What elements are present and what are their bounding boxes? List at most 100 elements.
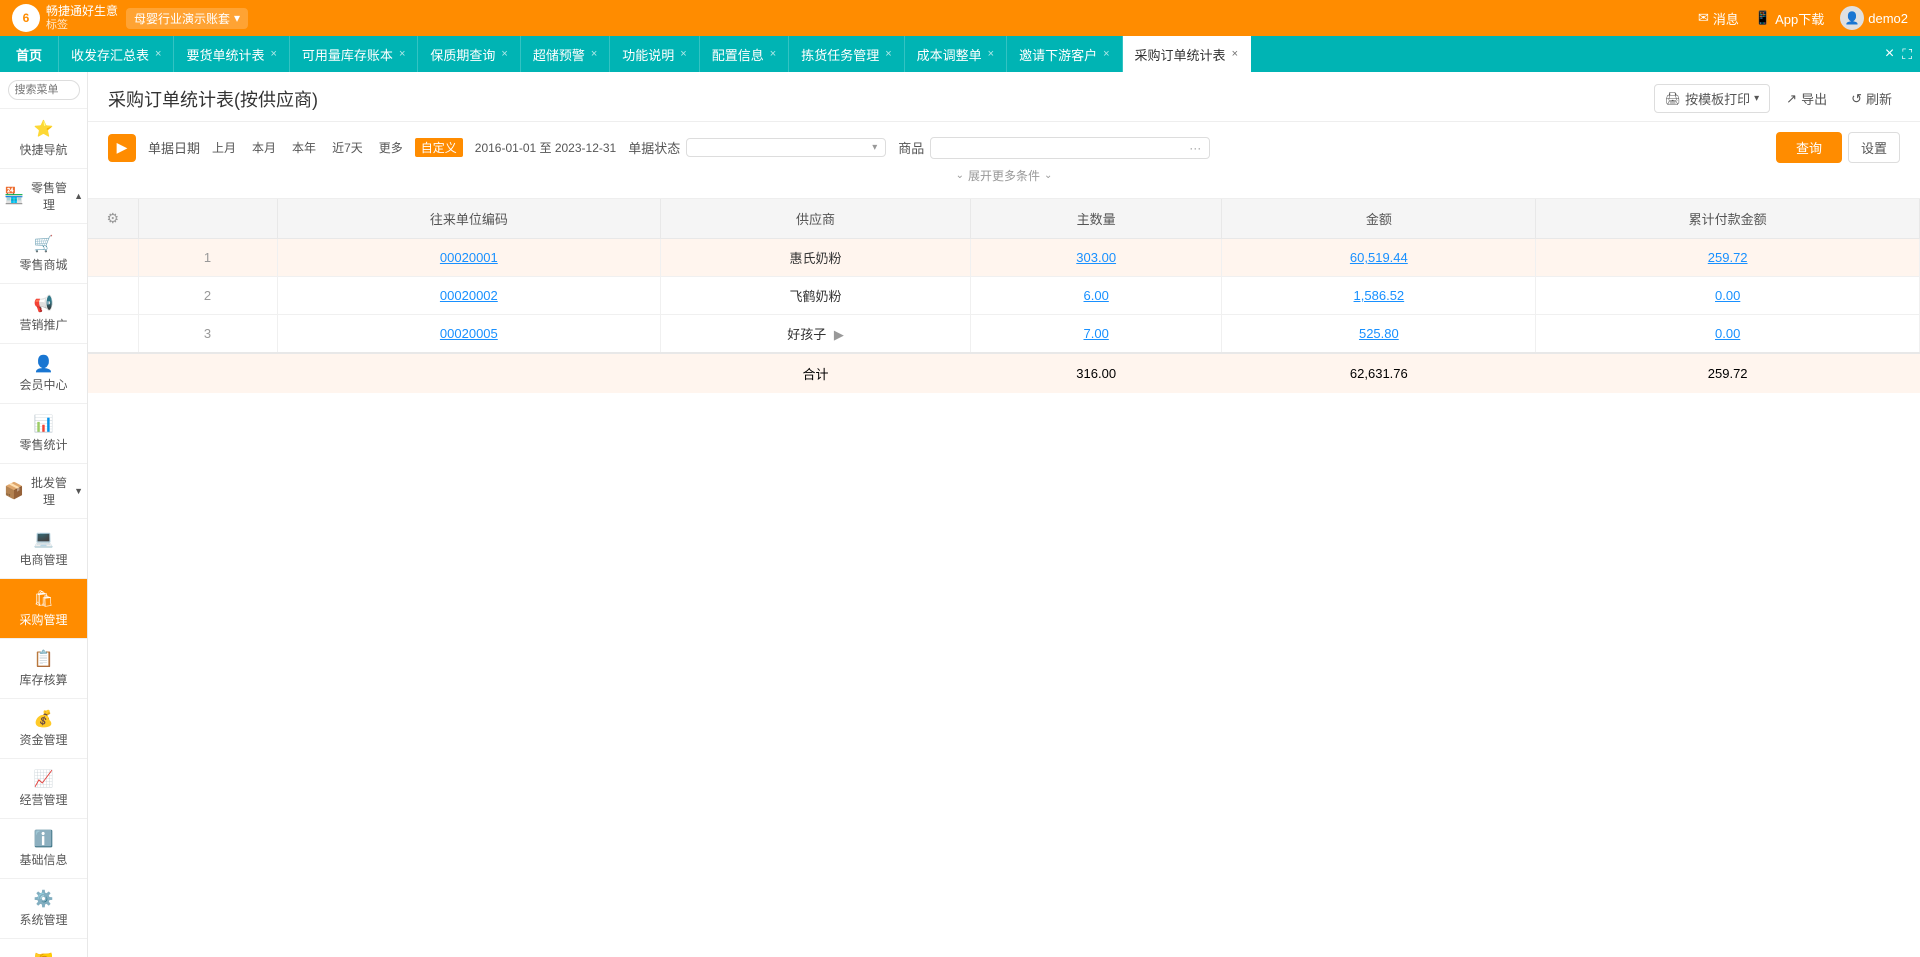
message-icon: ✉ (1698, 10, 1709, 26)
filter-status-item: 单据状态 ▾ (628, 138, 886, 157)
close-icon[interactable]: × (885, 48, 891, 60)
tab-keyonliangku[interactable]: 可用量库存账本 × (290, 36, 418, 72)
close-icon[interactable]: × (155, 48, 161, 60)
page-header: 采购订单统计表(按供应商) 🖨 按模板打印 ▾ ↗ 导出 ↺ 刷新 (88, 72, 1920, 122)
sidebar-item-zijin[interactable]: 💰 资金管理 (0, 699, 87, 759)
expand-icon[interactable]: ▶ (834, 327, 844, 342)
code-link[interactable]: 00020005 (440, 326, 498, 341)
chevron-down-icon: ▾ (234, 11, 240, 25)
tab-gongnengzhujie[interactable]: 功能说明 × (610, 36, 699, 72)
sidebar-item-qiyexietong[interactable]: 🤝 企业协同 (0, 939, 87, 957)
close-icon[interactable]: × (680, 48, 686, 60)
amount-link[interactable]: 60,519.44 (1350, 250, 1408, 265)
product-input[interactable]: ··· (930, 137, 1210, 159)
box-icon: 📦 (4, 481, 24, 501)
close-icon[interactable]: × (270, 48, 276, 60)
close-icon[interactable]: × (591, 48, 597, 60)
sidebar-item-xitong[interactable]: ⚙️ 系统管理 (0, 879, 87, 939)
paid-link[interactable]: 0.00 (1715, 326, 1740, 341)
code-link[interactable]: 00020002 (440, 288, 498, 303)
date-7days-button[interactable]: 近7天 (326, 137, 369, 158)
sidebar-item-caigou[interactable]: 🛍 采购管理 (0, 579, 87, 639)
app-download-button[interactable]: 📱 App下载 (1755, 9, 1824, 28)
sidebar-item-lingshougongchang[interactable]: 🛒 零售商城 (0, 224, 87, 284)
table-body: 1 00020001 惠氏奶粉 303.00 60,519.44 259.72 (88, 239, 1920, 354)
sidebar-item-jichu[interactable]: ℹ️ 基础信息 (0, 819, 87, 879)
tab-home[interactable]: 首页 (0, 36, 59, 72)
filter-row-1: ▶ 单据日期 上月 本月 本年 近7天 更多 自定义 2016-01-01 至 … (108, 132, 1900, 163)
print-button[interactable]: 🖨 按模板打印 ▾ (1654, 84, 1771, 113)
query-button[interactable]: 查询 (1776, 132, 1842, 163)
close-icon[interactable]: × (1232, 48, 1238, 60)
sidebar-item-kucun[interactable]: 📋 库存核算 (0, 639, 87, 699)
sidebar-item-lingshou[interactable]: 🏪 零售管理 ▲ (0, 169, 87, 224)
footer-amount: 62,631.76 (1222, 353, 1536, 393)
paid-link[interactable]: 0.00 (1715, 288, 1740, 303)
row-supplier-cell: 好孩子 ▶ (661, 315, 971, 354)
close-icon[interactable]: × (988, 48, 994, 60)
footer-label: 合计 (661, 353, 971, 393)
account-selector[interactable]: 母婴行业演示账套 ▾ (126, 8, 248, 29)
setting-button[interactable]: 设置 (1848, 132, 1900, 163)
tab-yaoqingyouke[interactable]: 邀请下游客户 × (1007, 36, 1122, 72)
maximize-button[interactable]: ⛶ (1902, 46, 1912, 63)
sidebar-item-lingshoutongji[interactable]: 📊 零售统计 (0, 404, 87, 464)
code-link[interactable]: 00020001 (440, 250, 498, 265)
date-this-year-button[interactable]: 本年 (286, 137, 322, 158)
chevron-down-icon-2: ⌄ (1044, 170, 1052, 181)
filter-bar: ▶ 单据日期 上月 本月 本年 近7天 更多 自定义 2016-01-01 至 … (88, 122, 1920, 199)
sidebar-item-pifaguanli[interactable]: 📦 批发管理 ▼ (0, 464, 87, 519)
supplier-column-header: 供应商 (661, 199, 971, 239)
user-avatar[interactable]: 👤 demo2 (1840, 6, 1908, 30)
tab-chengbenzhengji[interactable]: 成本调整单 × (905, 36, 1007, 72)
megaphone-icon: 📢 (34, 294, 54, 314)
qty-link[interactable]: 6.00 (1084, 288, 1109, 303)
shopping-icon: 🛍 (33, 589, 53, 609)
tab-shoufahuiyi[interactable]: 收发存汇总表 × (59, 36, 174, 72)
paid-link[interactable]: 259.72 (1708, 250, 1748, 265)
qty-link[interactable]: 7.00 (1084, 326, 1109, 341)
gear-icon[interactable]: ⚙ (106, 210, 119, 226)
sidebar-item-yingxiao[interactable]: 📢 营销推广 (0, 284, 87, 344)
tab-baozhouxuncha[interactable]: 保质期查询 × (418, 36, 520, 72)
date-custom-badge[interactable]: 自定义 (415, 138, 463, 157)
search-input[interactable] (8, 80, 80, 100)
tab-caigoudingdantongji[interactable]: 采购订单统计表 × (1123, 36, 1251, 72)
tab-yaohuodanjiance[interactable]: 要货单统计表 × (174, 36, 289, 72)
tab-tuohuorenwu[interactable]: 拣货任务管理 × (789, 36, 904, 72)
info-icon: ℹ️ (34, 829, 54, 849)
refresh-button[interactable]: ↺ 刷新 (1843, 85, 1900, 112)
store-icon: 🏪 (4, 186, 24, 206)
filter-toggle-button[interactable]: ▶ (108, 134, 136, 162)
messages-button[interactable]: ✉ 消息 (1698, 9, 1739, 28)
close-icon[interactable]: × (501, 48, 507, 60)
settings-column-header[interactable]: ⚙ (88, 199, 138, 239)
row-paid-cell: 259.72 (1536, 239, 1920, 277)
sidebar-item-dianshang[interactable]: 💻 电商管理 (0, 519, 87, 579)
gear-icon: ⚙️ (34, 889, 54, 909)
tab-peizhixinxi[interactable]: 配置信息 × (700, 36, 789, 72)
close-icon[interactable]: × (399, 48, 405, 60)
expand-more-button[interactable]: ⌄ 展开更多条件 ⌄ (956, 167, 1053, 184)
sidebar-item-huiyuan[interactable]: 👤 会员中心 (0, 344, 87, 404)
nav-tabs-bar: 首页 收发存汇总表 × 要货单统计表 × 可用量库存账本 × 保质期查询 × 超… (0, 36, 1920, 72)
amount-link[interactable]: 1,586.52 (1354, 288, 1405, 303)
date-this-month-button[interactable]: 本月 (246, 137, 282, 158)
date-more-button[interactable]: 更多 (373, 137, 409, 158)
sidebar-item-jingying[interactable]: 📈 经营管理 (0, 759, 87, 819)
tab-chaochuyujing[interactable]: 超储预警 × (521, 36, 610, 72)
close-tab-button[interactable]: × (1885, 45, 1894, 63)
content-area: 采购订单统计表(按供应商) 🖨 按模板打印 ▾ ↗ 导出 ↺ 刷新 (88, 72, 1920, 957)
qty-link[interactable]: 303.00 (1076, 250, 1116, 265)
close-icon[interactable]: × (1103, 48, 1109, 60)
close-icon[interactable]: × (770, 48, 776, 60)
row-settings-cell (88, 277, 138, 315)
table-footer: 合计 316.00 62,631.76 259.72 (88, 353, 1920, 393)
table-container: ⚙ 往来单位编码 供应商 主数量 金额 累计付款金额 1 (88, 199, 1920, 957)
sidebar-item-kuaijie[interactable]: ⭐ 快捷导航 (0, 109, 87, 169)
page-header-actions: 🖨 按模板打印 ▾ ↗ 导出 ↺ 刷新 (1654, 84, 1900, 113)
status-select[interactable]: ▾ (686, 138, 886, 157)
amount-link[interactable]: 525.80 (1359, 326, 1399, 341)
date-last-month-button[interactable]: 上月 (206, 137, 242, 158)
export-button[interactable]: ↗ 导出 (1778, 85, 1835, 112)
